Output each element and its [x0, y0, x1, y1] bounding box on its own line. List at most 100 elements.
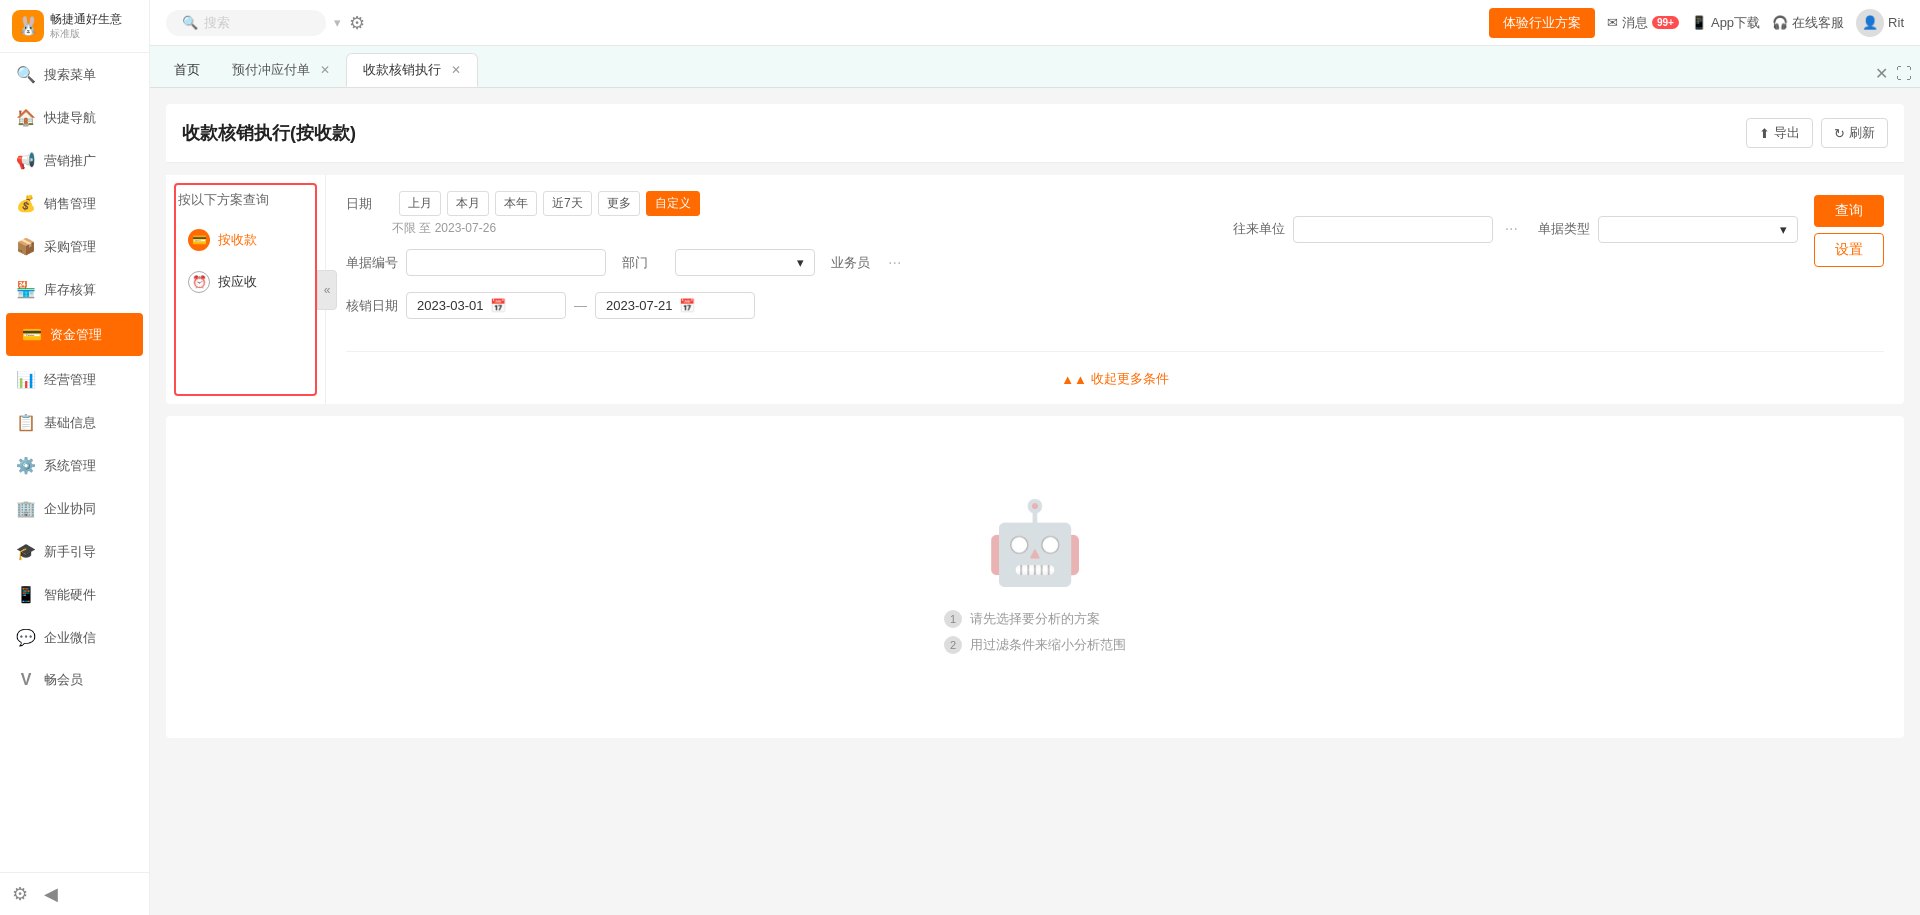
- app-download-btn[interactable]: 📱 App下载: [1691, 14, 1760, 32]
- sidebar-collapse-button[interactable]: «: [317, 270, 337, 310]
- date-label: 日期: [346, 195, 391, 213]
- tab-collection-verify[interactable]: 收款核销执行 ✕: [346, 53, 478, 87]
- sidebar-item-basic[interactable]: 📋 基础信息: [0, 401, 149, 444]
- collapse-up-icon: ▲▲: [1061, 372, 1087, 387]
- sidebar-item-inventory[interactable]: 🏪 库存核算: [0, 268, 149, 311]
- doctype-select[interactable]: ▾: [1598, 216, 1798, 243]
- sidebar-item-quick-nav[interactable]: 🏠 快捷导航: [0, 96, 149, 139]
- action-buttons: 查询 设置: [1814, 191, 1884, 267]
- app-download-label: App下载: [1711, 14, 1760, 32]
- tab-close-all-icon[interactable]: ✕: [1875, 64, 1888, 83]
- tab-expand-icon[interactable]: ⛶: [1896, 65, 1912, 83]
- filter-panel: 按以下方案查询 💳 按收款 ⏰ 按应收 «: [166, 175, 1904, 404]
- dept-filter-item: 部门 ▾: [622, 249, 815, 276]
- staff-filter-item: 业务员 ···: [831, 254, 905, 272]
- sidebar-item-finance[interactable]: 💳 资金管理: [6, 313, 143, 356]
- sidebar-label-vip: 畅会员: [44, 671, 83, 689]
- date-btn-custom[interactable]: 自定义: [646, 191, 700, 216]
- customer-service-btn[interactable]: 🎧 在线客服: [1772, 14, 1844, 32]
- verify-date-end-calendar-icon[interactable]: 📅: [679, 298, 695, 313]
- filter-option-by-collection[interactable]: 💳 按收款: [178, 221, 313, 259]
- user-avatar: 👤: [1856, 9, 1884, 37]
- empty-hint-1-text: 请先选择要分析的方案: [970, 606, 1100, 632]
- collapse-more-button[interactable]: ▲▲ 收起更多条件: [1061, 370, 1169, 388]
- operation-icon: 📊: [16, 370, 36, 389]
- date-btn-more[interactable]: 更多: [598, 191, 640, 216]
- staff-dots-btn[interactable]: ···: [884, 254, 905, 272]
- date-btn-this-year[interactable]: 本年: [495, 191, 537, 216]
- sidebar-menu: 🔍 搜索菜单 🏠 快捷导航 📢 营销推广 💰 销售管理 📦 采购管理 🏪 库存核…: [0, 53, 149, 872]
- query-button[interactable]: 查询: [1814, 195, 1884, 227]
- by-collection-label: 按收款: [218, 231, 257, 249]
- footer-collapse-icon[interactable]: ◀: [44, 883, 58, 905]
- footer-settings-icon[interactable]: ⚙: [12, 883, 28, 905]
- export-button[interactable]: ⬆ 导出: [1746, 118, 1813, 148]
- page-title: 收款核销执行(按收款): [182, 121, 356, 145]
- filter-content: 日期 上月 本月 本年 近7天 更多 自定义: [326, 175, 1904, 404]
- sidebar-footer: ⚙ ◀: [0, 872, 149, 915]
- sidebar-item-system[interactable]: ⚙️ 系统管理: [0, 444, 149, 487]
- basic-icon: 📋: [16, 413, 36, 432]
- date-btn-this-month[interactable]: 本月: [447, 191, 489, 216]
- sidebar-item-sales[interactable]: 💰 销售管理: [0, 182, 149, 225]
- date-btn-last-month[interactable]: 上月: [399, 191, 441, 216]
- counterpart-dots-btn[interactable]: ···: [1501, 220, 1522, 238]
- verify-date-label: 核销日期: [346, 297, 398, 315]
- sidebar-item-marketing[interactable]: 📢 营销推广: [0, 139, 149, 182]
- tab-home-label: 首页: [174, 61, 200, 79]
- sidebar-item-wechat[interactable]: 💬 企业微信: [0, 616, 149, 659]
- refresh-button[interactable]: ↻ 刷新: [1821, 118, 1888, 148]
- solution-button[interactable]: 体验行业方案: [1489, 8, 1595, 38]
- message-btn[interactable]: ✉ 消息 99+: [1607, 14, 1679, 32]
- filter-option-by-receivable[interactable]: ⏰ 按应收: [178, 263, 313, 301]
- verify-date-end-box[interactable]: 2023-07-21 📅: [595, 292, 755, 319]
- by-receivable-label: 按应收: [218, 273, 257, 291]
- guide-icon: 🎓: [16, 542, 36, 561]
- user-info[interactable]: 👤 Rit: [1856, 9, 1904, 37]
- sidebar-item-enterprise[interactable]: 🏢 企业协同: [0, 487, 149, 530]
- sidebar-item-operation[interactable]: 📊 经营管理: [0, 358, 149, 401]
- docno-filter-item: 单据编号: [346, 249, 606, 276]
- sidebar-item-hardware[interactable]: 📱 智能硬件: [0, 573, 149, 616]
- verify-date-start-box[interactable]: 2023-03-01 📅: [406, 292, 566, 319]
- tab-prepay-close-icon[interactable]: ✕: [320, 63, 330, 77]
- app-name: 畅捷通好生意: [50, 11, 122, 28]
- verify-date-start-calendar-icon[interactable]: 📅: [490, 298, 506, 313]
- sidebar-item-purchase[interactable]: 📦 采购管理: [0, 225, 149, 268]
- hardware-icon: 📱: [16, 585, 36, 604]
- dept-label: 部门: [622, 254, 667, 272]
- staff-label: 业务员: [831, 254, 876, 272]
- dept-select[interactable]: ▾: [675, 249, 815, 276]
- wechat-icon: 💬: [16, 628, 36, 647]
- tab-home[interactable]: 首页: [158, 53, 216, 87]
- date-filter-item: 日期 上月 本月 本年 近7天 更多 自定义: [346, 191, 700, 216]
- by-receivable-icon: ⏰: [188, 271, 210, 293]
- empty-hints: 1 请先选择要分析的方案 2 用过滤条件来缩小分析范围: [944, 606, 1126, 658]
- user-name: Rit: [1888, 15, 1904, 30]
- tab-collection-verify-close-icon[interactable]: ✕: [451, 63, 461, 77]
- empty-hint-2-text: 用过滤条件来缩小分析范围: [970, 632, 1126, 658]
- search-icon: 🔍: [182, 15, 198, 30]
- export-icon: ⬆: [1759, 126, 1770, 141]
- sidebar-item-guide[interactable]: 🎓 新手引导: [0, 530, 149, 573]
- topbar: 🔍 搜索 ▾ ⚙ 体验行业方案 ✉ 消息 99+ 📱 App下载 🎧 在线客服 …: [150, 0, 1920, 46]
- topbar-search[interactable]: 🔍 搜索: [166, 10, 326, 36]
- sidebar-item-search-menu[interactable]: 🔍 搜索菜单: [0, 53, 149, 96]
- date-btn-7days[interactable]: 近7天: [543, 191, 592, 216]
- topbar-actions: 体验行业方案 ✉ 消息 99+ 📱 App下载 🎧 在线客服 👤 Rit: [1489, 8, 1904, 38]
- doctype-label: 单据类型: [1538, 220, 1590, 238]
- sidebar-label-finance: 资金管理: [50, 326, 102, 344]
- date-quick-group: 上月 本月 本年 近7天 更多 自定义: [399, 191, 700, 216]
- tab-prepay[interactable]: 预付冲应付单 ✕: [216, 53, 346, 87]
- sidebar-item-vip[interactable]: V 畅会员: [0, 659, 149, 701]
- date-limit-text: 不限 至 2023-07-26: [392, 221, 496, 235]
- topbar-settings-icon[interactable]: ⚙: [349, 12, 365, 34]
- system-icon: ⚙️: [16, 456, 36, 475]
- hint-num-2: 2: [944, 636, 962, 654]
- message-label: 消息: [1622, 14, 1648, 32]
- topbar-dropdown-icon[interactable]: ▾: [334, 15, 341, 30]
- by-collection-icon: 💳: [188, 229, 210, 251]
- docno-input[interactable]: [406, 249, 606, 276]
- settings-button[interactable]: 设置: [1814, 233, 1884, 267]
- counterpart-input[interactable]: [1293, 216, 1493, 243]
